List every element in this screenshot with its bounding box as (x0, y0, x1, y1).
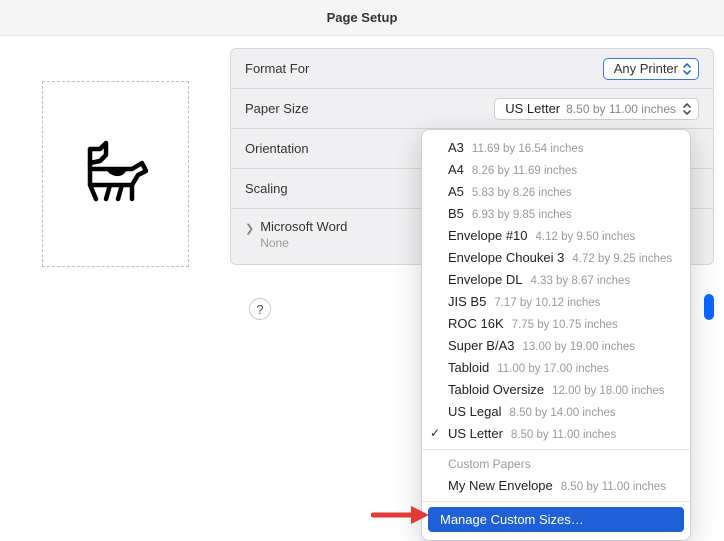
help-icon: ? (256, 302, 263, 317)
help-button[interactable]: ? (249, 298, 271, 320)
paper-size-dimensions: 8.50 by 11.00 inches (566, 102, 676, 116)
menu-item-name: Super B/A3 (448, 338, 515, 353)
hidden-button-edge[interactable] (704, 294, 714, 320)
app-name: Microsoft Word (260, 219, 347, 234)
menu-item-dim: 8.26 by 11.69 inches (472, 165, 577, 177)
chevron-right-icon: ❯ (245, 222, 254, 235)
menu-item-envelope-10[interactable]: Envelope #10 4.12 by 9.50 inches (422, 224, 690, 246)
menu-item-dim: 5.83 by 8.26 inches (472, 187, 572, 199)
menu-divider (422, 501, 690, 502)
format-for-label: Format For (245, 61, 603, 76)
menu-item-dim: 13.00 by 19.00 inches (523, 341, 636, 353)
menu-item-a5[interactable]: A5 5.83 by 8.26 inches (422, 180, 690, 202)
menu-item-name: ROC 16K (448, 316, 504, 331)
menu-item-name: US Letter (448, 426, 503, 441)
manage-custom-sizes[interactable]: Manage Custom Sizes… (428, 507, 684, 532)
document-preview (42, 81, 189, 267)
menu-item-dim: 11.69 by 16.54 inches (472, 143, 584, 155)
menu-item-name: Envelope DL (448, 272, 522, 287)
menu-item-dim: 4.12 by 9.50 inches (536, 231, 636, 243)
app-sub: None (260, 236, 347, 250)
annotation-arrow (371, 503, 431, 527)
menu-item-a4[interactable]: A4 8.26 by 11.69 inches (422, 158, 690, 180)
menu-item-dim: 11.00 by 17.00 inches (497, 363, 609, 375)
format-for-dropdown[interactable]: Any Printer (603, 58, 699, 80)
menu-section-custom: Custom Papers (422, 455, 690, 474)
dog-icon (76, 139, 154, 210)
document-preview-inner (52, 91, 179, 257)
menu-item-envelope-dl[interactable]: Envelope DL 4.33 by 8.67 inches (422, 268, 690, 290)
menu-item-name: My New Envelope (448, 478, 553, 493)
menu-item-dim: 8.50 by 11.00 inches (561, 481, 666, 493)
menu-item-name: A4 (448, 162, 464, 177)
menu-item-dim: 8.50 by 11.00 inches (511, 429, 616, 441)
paper-size-label: Paper Size (245, 101, 494, 116)
menu-item-dim: 6.93 by 9.85 inches (472, 209, 572, 221)
updown-icon (682, 102, 692, 116)
menu-item-dim: 7.75 by 10.75 inches (512, 319, 618, 331)
menu-item-b5[interactable]: B5 6.93 by 9.85 inches (422, 202, 690, 224)
menu-item-name: A3 (448, 140, 464, 155)
menu-item-dim: 4.33 by 8.67 inches (530, 275, 630, 287)
menu-item-name: A5 (448, 184, 464, 199)
menu-divider (422, 449, 690, 450)
paper-size-row: Paper Size US Letter 8.50 by 11.00 inche… (231, 89, 713, 129)
format-for-row: Format For Any Printer (231, 49, 713, 89)
menu-item-tabloid-oversize[interactable]: Tabloid Oversize 12.00 by 18.00 inches (422, 378, 690, 400)
paper-size-menu[interactable]: A3 11.69 by 16.54 inches A4 8.26 by 11.69 i… (421, 129, 691, 541)
menu-item-name: Tabloid Oversize (448, 382, 544, 397)
updown-icon (682, 62, 692, 76)
menu-item-tabloid[interactable]: Tabloid 11.00 by 17.00 inches (422, 356, 690, 378)
menu-item-name: B5 (448, 206, 464, 221)
menu-item-dim: 4.72 by 9.25 inches (572, 253, 672, 265)
menu-item-us-legal[interactable]: US Legal 8.50 by 14.00 inches (422, 400, 690, 422)
menu-item-dim: 8.50 by 14.00 inches (509, 407, 615, 419)
menu-item-my-new-envelope[interactable]: My New Envelope 8.50 by 11.00 inches (422, 474, 690, 496)
paper-size-value: US Letter (505, 101, 560, 116)
menu-item-name: JIS B5 (448, 294, 486, 309)
app-disclosure-text: Microsoft Word None (260, 219, 347, 250)
menu-item-name: Tabloid (448, 360, 489, 375)
menu-item-envelope-choukei-3[interactable]: Envelope Choukei 3 4.72 by 9.25 inches (422, 246, 690, 268)
menu-item-roc-16k[interactable]: ROC 16K 7.75 by 10.75 inches (422, 312, 690, 334)
menu-item-us-letter[interactable]: US Letter 8.50 by 11.00 inches (422, 422, 690, 444)
menu-item-a3[interactable]: A3 11.69 by 16.54 inches (422, 136, 690, 158)
menu-item-name: US Legal (448, 404, 501, 419)
window-title: Page Setup (327, 10, 398, 25)
menu-item-name: Envelope Choukei 3 (448, 250, 564, 265)
menu-item-name: Envelope #10 (448, 228, 528, 243)
preview-column (0, 36, 230, 536)
paper-size-dropdown[interactable]: US Letter 8.50 by 11.00 inches (494, 98, 699, 120)
menu-item-dim: 7.17 by 10.12 inches (494, 297, 600, 309)
menu-item-dim: 12.00 by 18.00 inches (552, 385, 665, 397)
format-for-value: Any Printer (614, 61, 678, 76)
menu-item-super-b-a3[interactable]: Super B/A3 13.00 by 19.00 inches (422, 334, 690, 356)
titlebar: Page Setup (0, 0, 724, 36)
menu-item-jis-b5[interactable]: JIS B5 7.17 by 10.12 inches (422, 290, 690, 312)
